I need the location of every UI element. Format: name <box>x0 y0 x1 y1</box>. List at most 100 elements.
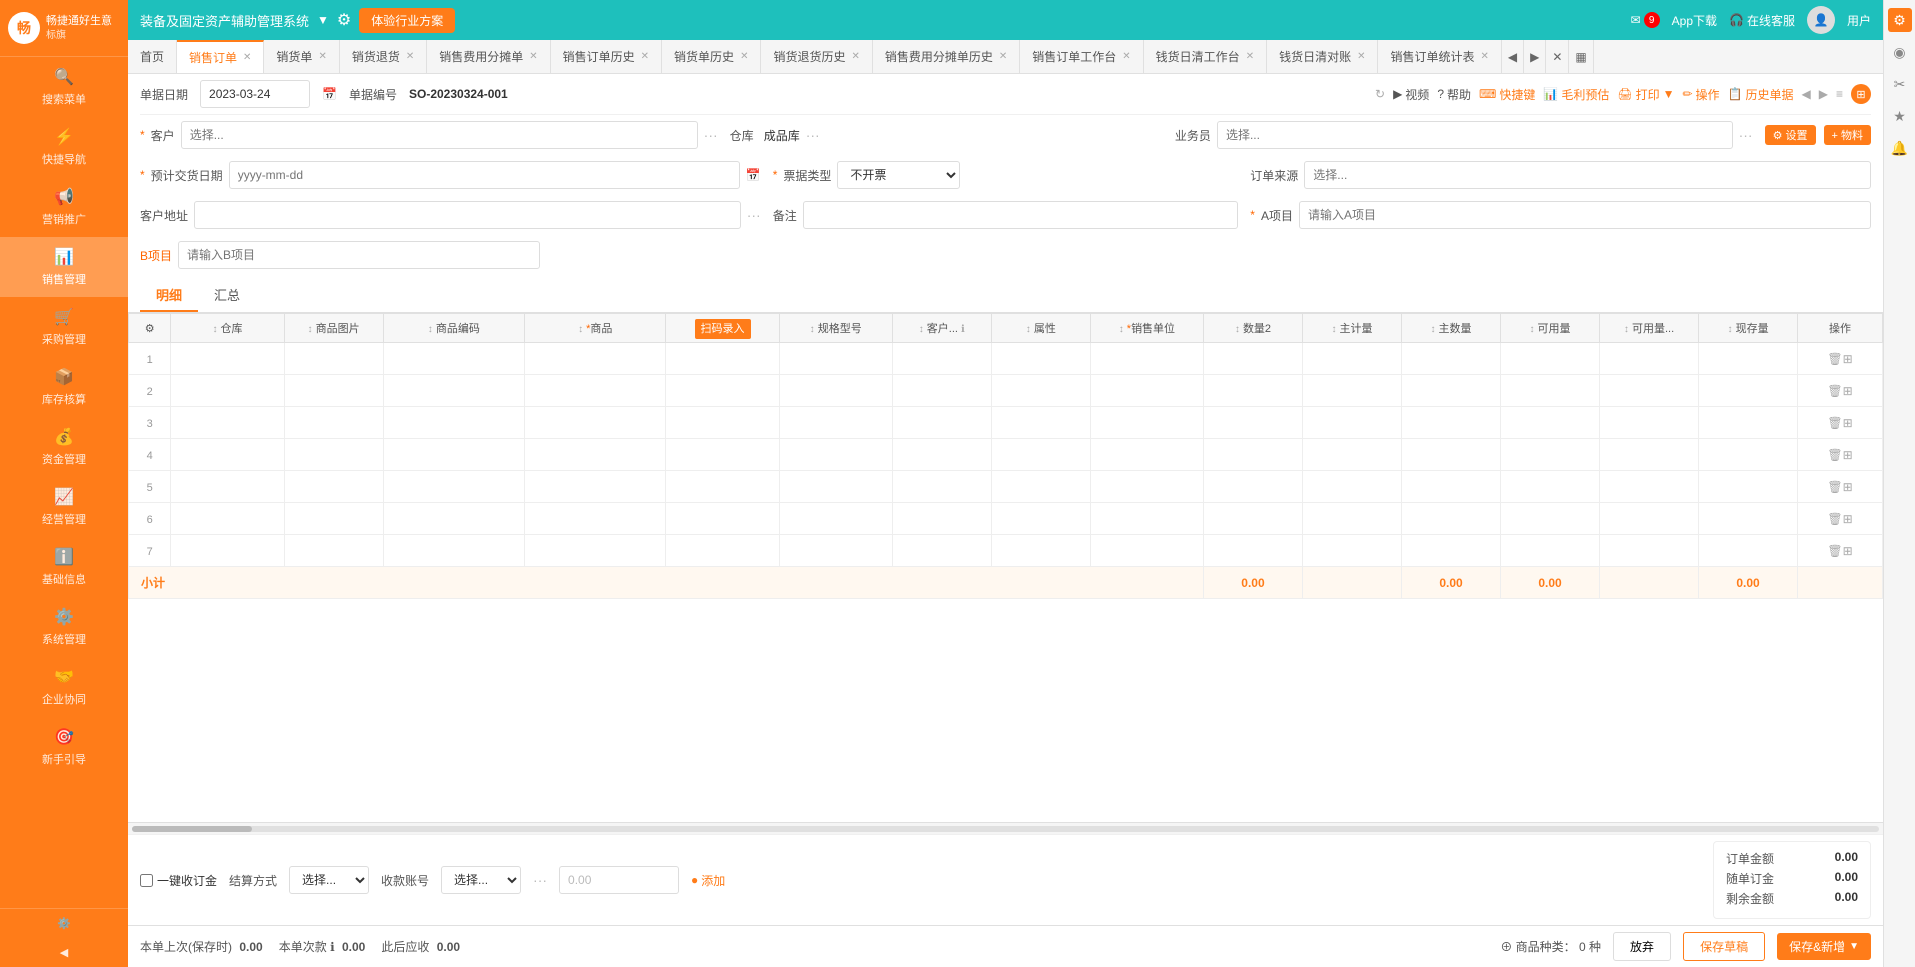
td-action-4[interactable]: 🗑⊞ <box>1798 439 1883 471</box>
staff-expand-icon[interactable]: ··· <box>1739 127 1753 143</box>
sidebar-item-purchase[interactable]: 🛒 采购管理 <box>0 297 128 357</box>
address-expand-icon[interactable]: ··· <box>747 207 761 223</box>
td-warehouse-2[interactable] <box>171 375 284 407</box>
td-unit-2[interactable] <box>1090 375 1203 407</box>
close-tab-workbench[interactable]: ✕ <box>1122 51 1130 62</box>
payment-method-select[interactable]: 选择... <box>289 866 369 894</box>
sidebar-settings[interactable]: ⚙️ <box>0 909 128 938</box>
shortcut-btn[interactable]: ⌨ 快捷键 <box>1479 86 1535 103</box>
form-settings-icon[interactable]: ⚙ 设置 <box>1765 125 1816 145</box>
staff-input[interactable] <box>1217 121 1733 149</box>
th-settings[interactable]: ⚙ <box>129 314 171 343</box>
tab-home[interactable]: 首页 <box>128 40 177 74</box>
td-image-2[interactable] <box>284 375 383 407</box>
tab-order-workbench[interactable]: 销售订单工作台 ✕ <box>1020 40 1143 74</box>
close-tab-fee[interactable]: ✕ <box>529 51 537 62</box>
delivery-calendar-icon[interactable]: 📅 <box>746 168 761 182</box>
td-main-unit-2[interactable] <box>1302 375 1401 407</box>
right-panel-alert-icon[interactable]: 🔔 <box>1888 136 1912 160</box>
delete-icon-7[interactable]: 🗑 <box>1827 544 1842 558</box>
customer-expand-icon[interactable]: ··· <box>704 127 718 143</box>
sidebar-item-marketing[interactable]: 📢 营销推广 <box>0 177 128 237</box>
td-available2-1[interactable] <box>1600 343 1699 375</box>
td-scan-1[interactable] <box>666 343 779 375</box>
warehouse-expand-icon[interactable]: ··· <box>806 127 820 143</box>
td-scan-2[interactable] <box>666 375 779 407</box>
sidebar-item-search[interactable]: 🔍 搜索菜单 <box>0 57 128 117</box>
td-unit-1[interactable] <box>1090 343 1203 375</box>
close-tab-sales-invoice[interactable]: ✕ <box>318 51 326 62</box>
print-btn[interactable]: 🖨 打印 ▼ <box>1617 86 1674 103</box>
close-tab-cash-reconcile[interactable]: ✕ <box>1357 51 1365 62</box>
right-panel-fingerprint-icon[interactable]: ◉ <box>1888 40 1912 64</box>
tab-close-all-btn[interactable]: ✕ <box>1546 40 1569 74</box>
quick-order-checkbox-label[interactable]: 一键收订金 <box>140 872 217 889</box>
help-btn[interactable]: ? 帮助 <box>1437 86 1471 103</box>
td-attr-2[interactable] <box>991 375 1090 407</box>
grid-view-btn[interactable]: ≡ <box>1836 87 1843 101</box>
right-panel-star-icon[interactable]: ★ <box>1888 104 1912 128</box>
td-action-6[interactable]: 🗑⊞ <box>1798 503 1883 535</box>
operation-btn[interactable]: ✏ 操作 <box>1682 86 1719 103</box>
account-select[interactable]: 选择... <box>441 866 521 894</box>
td-spec-2[interactable] <box>779 375 892 407</box>
copy-icon-3[interactable]: ⊞ <box>1843 416 1853 430</box>
sidebar-item-collab[interactable]: 🤝 企业协同 <box>0 657 128 717</box>
delete-icon[interactable]: 🗑 <box>1827 352 1842 366</box>
close-tab-fee-history[interactable]: ✕ <box>999 51 1007 62</box>
close-tab-sales-order[interactable]: ✕ <box>243 52 251 63</box>
sidebar-item-operations[interactable]: 📈 经营管理 <box>0 477 128 537</box>
td-main-unit-1[interactable] <box>1302 343 1401 375</box>
account-expand-icon[interactable]: ··· <box>533 872 547 888</box>
refresh-icon[interactable]: ↻ <box>1375 87 1385 101</box>
save-new-btn[interactable]: 保存&新增 ▼ <box>1777 933 1871 960</box>
td-qty2-2[interactable] <box>1203 375 1302 407</box>
td-attr-1[interactable] <box>991 343 1090 375</box>
invoice-type-select[interactable]: 不开票 增值税普通发票 增值税专用发票 <box>837 161 960 189</box>
td-main-qty-2[interactable] <box>1402 375 1501 407</box>
copy-icon-4[interactable]: ⊞ <box>1843 448 1853 462</box>
td-spec-1[interactable] <box>779 343 892 375</box>
td-available-2[interactable] <box>1501 375 1600 407</box>
td-product-2[interactable] <box>525 375 666 407</box>
td-action-1[interactable]: 🗑⊞ <box>1798 343 1883 375</box>
app-download-btn[interactable]: App下载 <box>1672 12 1717 29</box>
td-available-1[interactable] <box>1501 343 1600 375</box>
close-tab-return[interactable]: ✕ <box>406 51 414 62</box>
add-btn[interactable]: ● 添加 <box>691 872 725 889</box>
copy-icon-6[interactable]: ⊞ <box>1843 512 1853 526</box>
copy-icon-2[interactable]: ⊞ <box>1843 384 1853 398</box>
tab-menu-btn[interactable]: ▦ <box>1569 40 1593 74</box>
sidebar-item-finance[interactable]: 💰 资金管理 <box>0 417 128 477</box>
td-product-1[interactable] <box>525 343 666 375</box>
delivery-date-input[interactable] <box>229 161 740 189</box>
address-input[interactable] <box>194 201 741 229</box>
td-action-3[interactable]: 🗑⊞ <box>1798 407 1883 439</box>
close-tab-order-history[interactable]: ✕ <box>641 51 649 62</box>
scroll-thumb[interactable] <box>132 826 252 832</box>
copy-icon-5[interactable]: ⊞ <box>1843 480 1853 494</box>
note-input[interactable] <box>803 201 1239 229</box>
copy-icon[interactable]: ⊞ <box>1843 352 1853 366</box>
delete-icon-2[interactable]: 🗑 <box>1827 384 1842 398</box>
td-action-5[interactable]: 🗑⊞ <box>1798 471 1883 503</box>
tab-invoice-history[interactable]: 销货单历史 ✕ <box>662 40 761 74</box>
next-record-btn[interactable]: ▶ <box>1819 87 1828 101</box>
close-tab-cash-workbench[interactable]: ✕ <box>1246 51 1254 62</box>
sidebar-item-sales[interactable]: 📊 销售管理 <box>0 237 128 297</box>
expand-btn[interactable]: ⊞ <box>1851 84 1871 104</box>
td-code-1[interactable] <box>383 343 524 375</box>
right-panel-tools-icon[interactable]: ✂ <box>1888 72 1912 96</box>
tab-fee-history[interactable]: 销售费用分摊单历史 ✕ <box>873 40 1020 74</box>
delete-icon-5[interactable]: 🗑 <box>1827 480 1842 494</box>
delete-icon-3[interactable]: 🗑 <box>1827 416 1842 430</box>
message-area[interactable]: ✉ 9 <box>1631 12 1660 28</box>
tab-sales-order[interactable]: 销售订单 ✕ <box>177 40 264 74</box>
td-customer-code-2[interactable] <box>892 375 991 407</box>
tab-cash-reconcile[interactable]: 钱货日清对账 ✕ <box>1267 40 1378 74</box>
close-tab-return-history[interactable]: ✕ <box>851 51 859 62</box>
tab-next-btn[interactable]: ▶ <box>1524 40 1546 74</box>
scan-label[interactable]: 扫码录入 <box>695 319 751 339</box>
view-btn[interactable]: ▶ 视频 <box>1393 86 1429 103</box>
td-action-2[interactable]: 🗑⊞ <box>1798 375 1883 407</box>
